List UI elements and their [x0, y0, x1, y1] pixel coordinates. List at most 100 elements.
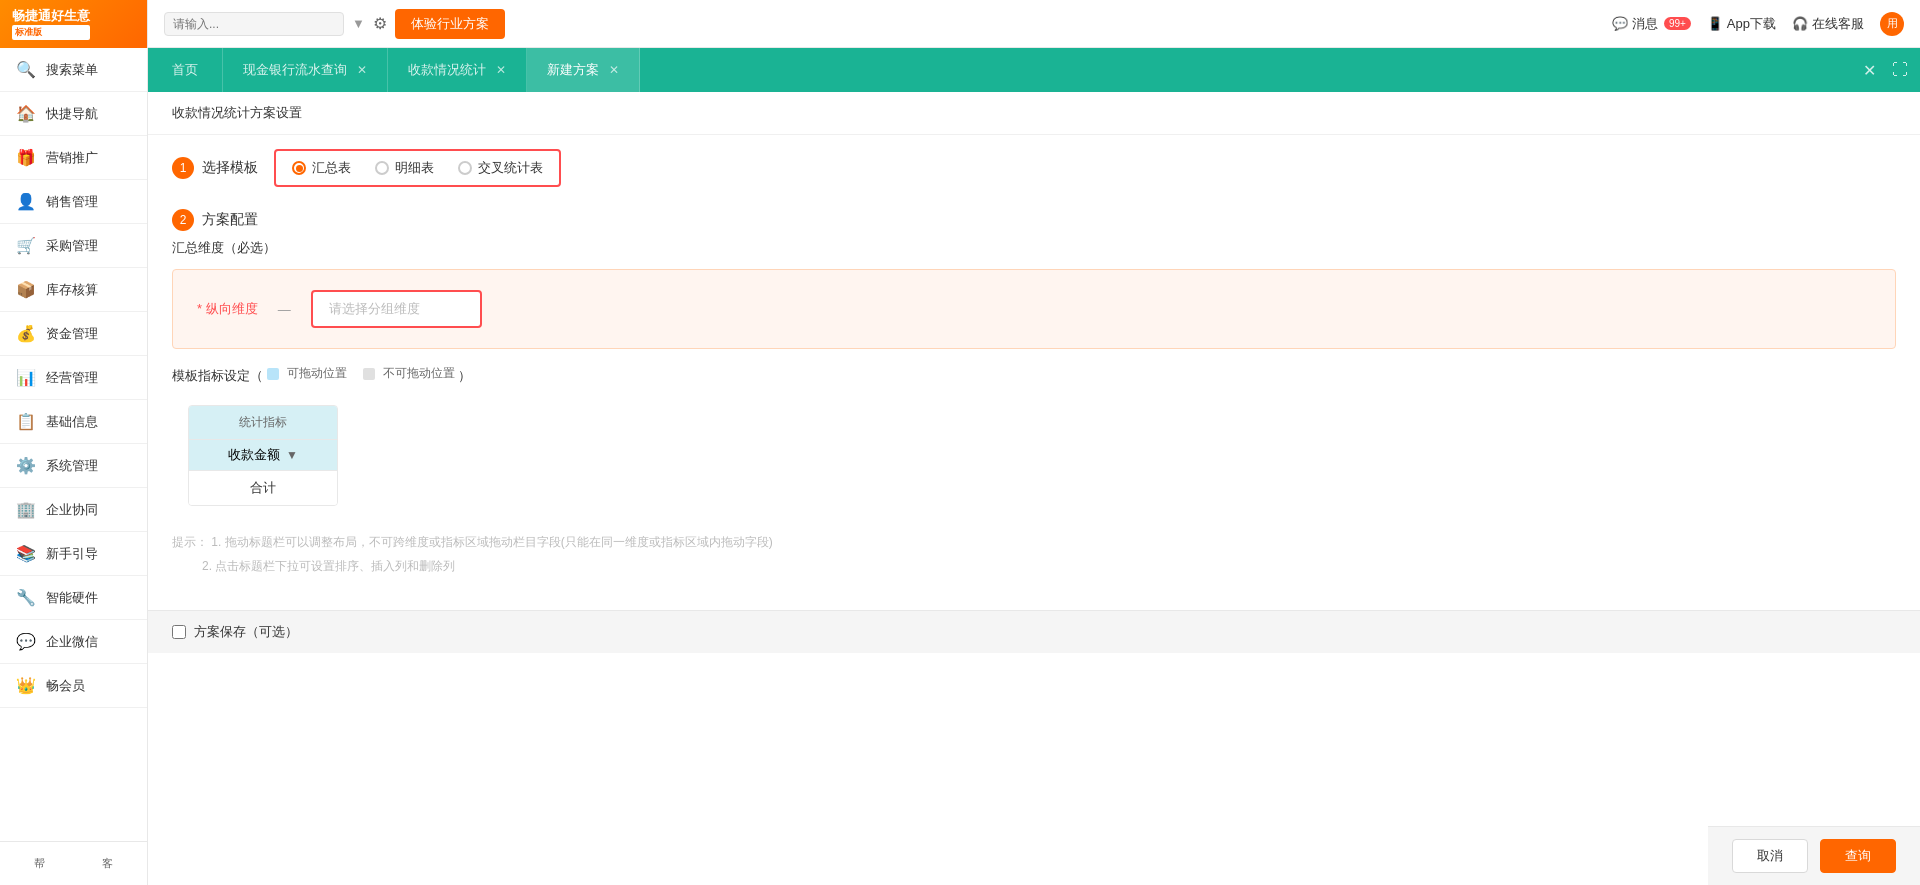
settings-icon[interactable]: ⚙ — [373, 14, 387, 33]
book-icon: 📚 — [16, 544, 36, 563]
user-area[interactable]: 用 — [1880, 12, 1904, 36]
sidebar-item-label: 搜索菜单 — [46, 61, 98, 79]
tip1: 提示： 1. 拖动标题栏可以调整布局，不可跨维度或指标区域拖动栏目字段(只能在同… — [172, 530, 1896, 554]
tab-home[interactable]: 首页 — [148, 48, 223, 92]
query-button[interactable]: 查询 — [1820, 839, 1896, 873]
radio-detail[interactable]: 明细表 — [375, 159, 434, 177]
stats-column-header: 收款金额 ▼ — [189, 440, 337, 471]
sidebar-item-management[interactable]: 📊 经营管理 — [0, 356, 147, 400]
tab-new-plan[interactable]: 新建方案 ✕ — [527, 48, 640, 92]
sidebar-item-beginner[interactable]: 📚 新手引导 — [0, 532, 147, 576]
dropdown-icon[interactable]: ▼ — [286, 448, 298, 462]
sidebar-item-enterprise[interactable]: 🏢 企业协同 — [0, 488, 147, 532]
radio-crosstab[interactable]: 交叉统计表 — [458, 159, 543, 177]
message-icon: 💬 — [1612, 16, 1628, 31]
save-checkbox[interactable] — [172, 625, 186, 639]
dimension-selector[interactable]: 请选择分组维度 — [311, 290, 482, 328]
radio-summary[interactable]: 汇总表 — [292, 159, 351, 177]
stats-header: 统计指标 — [189, 406, 337, 440]
save-label: 方案保存（可选） — [194, 623, 298, 641]
tab-expand-icon[interactable]: ⛶ — [1888, 57, 1912, 83]
gift-icon: 🎁 — [16, 148, 36, 167]
tab-cashflow[interactable]: 现金银行流水查询 ✕ — [223, 48, 388, 92]
chevron-down-icon[interactable]: ▼ — [352, 16, 365, 31]
sidebar-item-finance[interactable]: 💰 资金管理 — [0, 312, 147, 356]
sidebar-item-inventory[interactable]: 📦 库存核算 — [0, 268, 147, 312]
sidebar-item-label: 智能硬件 — [46, 589, 98, 607]
cancel-button[interactable]: 取消 — [1732, 839, 1808, 873]
app-download-label: App下载 — [1727, 15, 1776, 33]
sidebar-item-basic-info[interactable]: 📋 基础信息 — [0, 400, 147, 444]
online-service-area[interactable]: 🎧 在线客服 — [1792, 15, 1864, 33]
sidebar-item-label: 基础信息 — [46, 413, 98, 431]
trial-button[interactable]: 体验行业方案 — [395, 9, 505, 39]
tip2: 2. 点击标题栏下拉可设置排序、插入列和删除列 — [172, 554, 1896, 578]
search-input[interactable] — [164, 12, 344, 36]
dimension-selector-placeholder: 请选择分组维度 — [329, 301, 420, 316]
step1-wrapper: 1 选择模板 汇总表 明细表 交叉统计表 — [148, 135, 1920, 195]
page-title-area: 收款情况统计方案设置 — [148, 92, 1920, 135]
sidebar-item-sales[interactable]: 👤 销售管理 — [0, 180, 147, 224]
stats-table: 统计指标 收款金额 ▼ 合计 — [188, 405, 338, 506]
sidebar-item-purchase[interactable]: 🛒 采购管理 — [0, 224, 147, 268]
tab-new-plan-label: 新建方案 — [547, 61, 599, 79]
sidebar-item-wechat[interactable]: 💬 企业微信 — [0, 620, 147, 664]
chart-icon: 📊 — [16, 368, 36, 387]
sidebar-item-label: 库存核算 — [46, 281, 98, 299]
tab-cashflow-close-icon[interactable]: ✕ — [357, 63, 367, 77]
sidebar-help-btn[interactable]: 帮 — [8, 850, 72, 877]
user-avatar: 用 — [1880, 12, 1904, 36]
sidebar-item-label: 企业微信 — [46, 633, 98, 651]
app-download-area[interactable]: 📱 App下载 — [1707, 15, 1776, 33]
crown-icon: 👑 — [16, 676, 36, 695]
dimension-title: 汇总维度（必选） — [172, 239, 1896, 257]
stats-total-cell: 合计 — [189, 471, 337, 505]
sidebar: 畅捷通好生意 标准版 🔍 搜索菜单 🏠 快捷导航 🎁 营销推广 👤 销售管理 🛒… — [0, 0, 148, 885]
stats-header-label: 统计指标 — [239, 414, 287, 431]
sidebar-item-member[interactable]: 👑 畅会员 — [0, 664, 147, 708]
tab-close-all-icon[interactable]: ✕ — [1859, 57, 1880, 84]
tips-section: 提示： 1. 拖动标题栏可以调整布局，不可跨维度或指标区域拖动栏目字段(只能在同… — [172, 514, 1896, 594]
main-area: ▼ ⚙ 体验行业方案 💬 消息 99+ 📱 App下载 🎧 在线客服 用 — [148, 0, 1920, 885]
sidebar-item-label: 系统管理 — [46, 457, 98, 475]
notification-badge: 99+ — [1664, 17, 1691, 30]
draggable-dot — [267, 368, 279, 380]
cart-icon: 🛒 — [16, 236, 36, 255]
notification-area[interactable]: 💬 消息 99+ — [1612, 15, 1691, 33]
sidebar-item-system[interactable]: ⚙️ 系统管理 — [0, 444, 147, 488]
tab-new-plan-close-icon[interactable]: ✕ — [609, 63, 619, 77]
tab-collection-label: 收款情况统计 — [408, 61, 486, 79]
user-icon: 👤 — [16, 192, 36, 211]
tool-icon: 🔧 — [16, 588, 36, 607]
sidebar-item-hardware[interactable]: 🔧 智能硬件 — [0, 576, 147, 620]
search-icon: 🔍 — [16, 60, 36, 79]
tab-collection[interactable]: 收款情况统计 ✕ — [388, 48, 527, 92]
sidebar-item-label: 企业协同 — [46, 501, 98, 519]
sidebar-item-label: 经营管理 — [46, 369, 98, 387]
bottom-actions: 取消 查询 — [1708, 826, 1920, 885]
sidebar-item-label: 采购管理 — [46, 237, 98, 255]
non-draggable-label: 不可拖动位置 — [383, 365, 455, 382]
building-icon: 🏢 — [16, 500, 36, 519]
toggle-info: 可拖动位置 不可拖动位置 — [267, 365, 455, 382]
sidebar-item-label: 资金管理 — [46, 325, 98, 343]
radio-detail-label: 明细表 — [395, 159, 434, 177]
sidebar-item-quick-nav[interactable]: 🏠 快捷导航 — [0, 92, 147, 136]
template-options: 汇总表 明细表 交叉统计表 — [274, 149, 561, 187]
radio-summary-label: 汇总表 — [312, 159, 351, 177]
sidebar-item-label: 畅会员 — [46, 677, 85, 695]
non-draggable-dot — [363, 368, 375, 380]
sidebar-item-marketing[interactable]: 🎁 营销推广 — [0, 136, 147, 180]
page-title: 收款情况统计方案设置 — [172, 105, 302, 120]
page-footer: 方案保存（可选） — [148, 610, 1920, 653]
radio-crosstab-label: 交叉统计表 — [478, 159, 543, 177]
sidebar-item-label: 新手引导 — [46, 545, 98, 563]
column1-header: 收款金额 — [228, 446, 280, 464]
metrics-header: 模板指标设定（ 可拖动位置 不可拖动位置 ） — [172, 365, 1896, 385]
tab-collection-close-icon[interactable]: ✕ — [496, 63, 506, 77]
sidebar-item-search-menu[interactable]: 🔍 搜索菜单 — [0, 48, 147, 92]
doc-icon: 📋 — [16, 412, 36, 431]
sidebar-logo-badge: 标准版 — [12, 25, 90, 40]
dimension-arrow: — — [278, 302, 291, 317]
sidebar-client-btn[interactable]: 客 — [76, 850, 140, 877]
